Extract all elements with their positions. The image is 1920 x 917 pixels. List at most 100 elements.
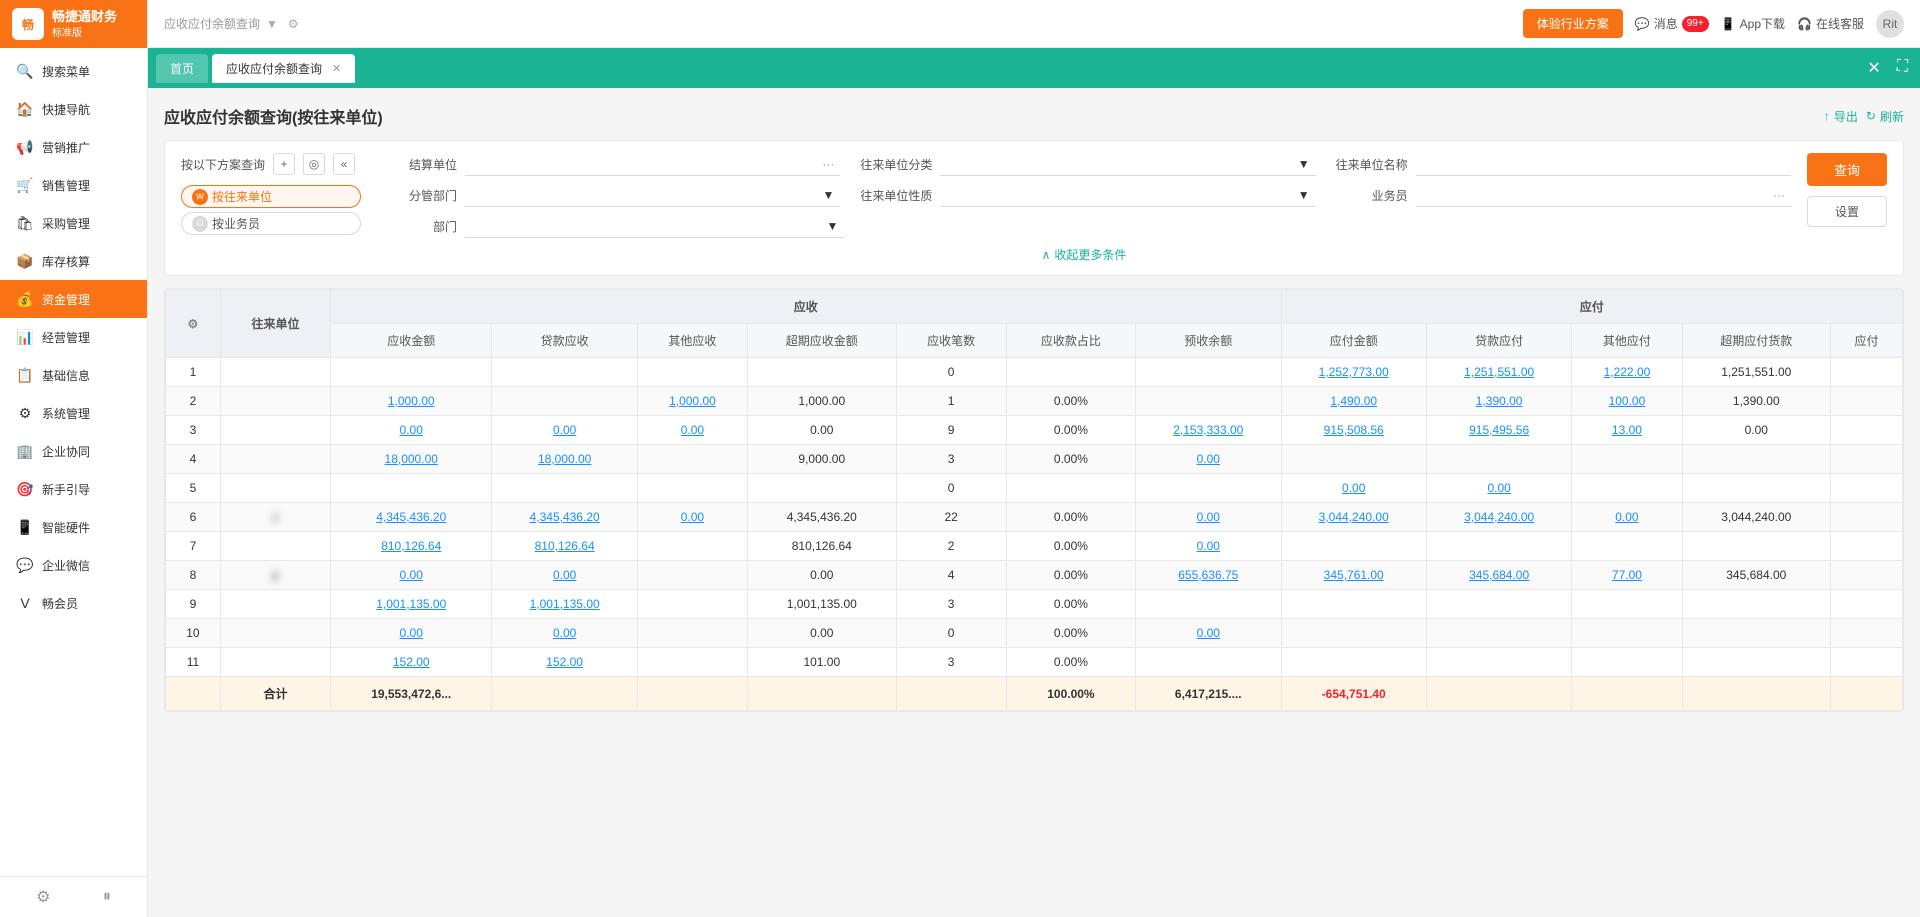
dropdown-icon[interactable]: ▼ <box>266 17 278 31</box>
table-cell[interactable]: 655,636.75 <box>1136 561 1281 590</box>
table-cell[interactable]: 3,044,240.00 <box>1281 503 1426 532</box>
table-cell[interactable]: 0.00 <box>492 416 637 445</box>
table-cell[interactable]: 0.00 <box>1136 532 1281 561</box>
settings-icon[interactable]: ⚙ <box>36 887 50 907</box>
table-cell[interactable]: 1,001,135.00 <box>331 590 492 619</box>
table-cell[interactable] <box>1426 619 1571 648</box>
th-settings[interactable]: ⚙ <box>166 290 221 358</box>
sidebar-item-guide[interactable]: 🎯 新手引导 <box>0 470 147 508</box>
table-cell[interactable]: 0.00 <box>492 561 637 590</box>
table-cell[interactable]: 1,490.00 <box>1281 387 1426 416</box>
sidebar-item-wechat[interactable]: 💬 企业微信 <box>0 546 147 584</box>
table-cell[interactable]: 0.00 <box>1136 619 1281 648</box>
table-cell[interactable]: 100.00 <box>1572 387 1682 416</box>
table-cell[interactable] <box>637 532 747 561</box>
sidebar-item-system[interactable]: ⚙ 系统管理 <box>0 394 147 432</box>
table-cell[interactable]: 18,000.00 <box>492 445 637 474</box>
online-service-btn[interactable]: 🎧 在线客服 <box>1797 15 1864 32</box>
table-cell[interactable]: 4,345,436.20 <box>331 503 492 532</box>
table-cell[interactable]: 0.00 <box>1572 503 1682 532</box>
salesperson-input[interactable]: ··· <box>1416 184 1791 207</box>
table-cell[interactable] <box>492 387 637 416</box>
table-cell[interactable]: 2,153,333.00 <box>1136 416 1281 445</box>
sidebar-item-inventory[interactable]: 📦 库存核算 <box>0 242 147 280</box>
table-cell[interactable]: 13.00 <box>1572 416 1682 445</box>
salesperson-dots[interactable]: ··· <box>1773 188 1785 202</box>
table-cell[interactable]: 0.00 <box>637 503 747 532</box>
table-cell[interactable]: 18,000.00 <box>331 445 492 474</box>
sidebar-item-enterprise[interactable]: 🏢 企业协同 <box>0 432 147 470</box>
table-cell[interactable]: 345,761.00 <box>1281 561 1426 590</box>
expand-tab-btn[interactable]: ⛶ <box>1893 54 1912 82</box>
table-settings-icon[interactable]: ⚙ <box>188 317 199 331</box>
sidebar-item-basic[interactable]: 📋 基础信息 <box>0 356 147 394</box>
table-cell[interactable] <box>1426 648 1571 677</box>
messages-btn[interactable]: 💬 消息 99+ <box>1635 15 1709 32</box>
filter-collapse-btn[interactable]: « <box>333 153 355 175</box>
sidebar-item-sales[interactable]: 🛒 销售管理 <box>0 166 147 204</box>
query-button[interactable]: 查询 <box>1807 153 1887 186</box>
sidebar-item-search[interactable]: 🔍 搜索菜单 <box>0 52 147 90</box>
table-cell[interactable]: 0.00 <box>1281 474 1426 503</box>
table-cell[interactable] <box>492 358 637 387</box>
table-cell[interactable] <box>1426 445 1571 474</box>
filter-by-partner[interactable]: w 按往来单位 <box>181 185 361 208</box>
table-cell[interactable]: 1,222.00 <box>1572 358 1682 387</box>
table-cell[interactable] <box>1572 445 1682 474</box>
sidebar-item-hardware[interactable]: 📱 智能硬件 <box>0 508 147 546</box>
table-cell[interactable]: 3,044,240.00 <box>1426 503 1571 532</box>
table-cell[interactable]: 0.00 <box>331 561 492 590</box>
table-cell[interactable]: 1,000.00 <box>331 387 492 416</box>
filter-settings-btn[interactable]: ◎ <box>303 153 325 175</box>
table-cell[interactable]: 0.00 <box>1136 445 1281 474</box>
table-cell[interactable] <box>1572 590 1682 619</box>
tab-home[interactable]: 首页 <box>156 54 208 83</box>
filter-by-salesperson[interactable]: ⊙ 按业务员 <box>181 212 361 235</box>
table-cell[interactable] <box>1281 532 1426 561</box>
table-cell[interactable]: 915,495.56 <box>1426 416 1571 445</box>
sidebar-item-quicknav[interactable]: 🏠 快捷导航 <box>0 90 147 128</box>
table-cell[interactable]: 1,251,551.00 <box>1426 358 1571 387</box>
table-cell[interactable] <box>1136 590 1281 619</box>
table-cell[interactable] <box>1572 619 1682 648</box>
table-cell[interactable] <box>637 474 747 503</box>
table-cell[interactable] <box>637 358 747 387</box>
partner-name-input[interactable] <box>1416 153 1791 176</box>
table-cell[interactable]: 0.00 <box>1426 474 1571 503</box>
table-cell[interactable]: 152.00 <box>492 648 637 677</box>
table-cell[interactable] <box>1136 358 1281 387</box>
table-cell[interactable]: 810,126.64 <box>331 532 492 561</box>
sidebar-item-vip[interactable]: V 畅会员 <box>0 584 147 622</box>
table-cell[interactable]: 77.00 <box>1572 561 1682 590</box>
table-cell[interactable] <box>637 561 747 590</box>
sidebar-item-marketing[interactable]: 📢 营销推广 <box>0 128 147 166</box>
table-cell[interactable]: 1,001,135.00 <box>492 590 637 619</box>
tab-close-icon[interactable]: ✕ <box>332 62 341 75</box>
table-cell[interactable] <box>637 619 747 648</box>
table-cell[interactable]: 1,000.00 <box>637 387 747 416</box>
settlement-dots[interactable]: ··· <box>822 157 834 171</box>
add-filter-btn[interactable]: + <box>273 153 295 175</box>
table-cell[interactable] <box>1426 532 1571 561</box>
table-cell[interactable]: 0.00 <box>331 416 492 445</box>
table-cell[interactable]: 1,390.00 <box>1426 387 1571 416</box>
settings-button[interactable]: 设置 <box>1807 196 1887 227</box>
table-cell[interactable]: 0.00 <box>331 619 492 648</box>
table-cell[interactable]: 0.00 <box>492 619 637 648</box>
app-download-btn[interactable]: 📱 App下载 <box>1721 15 1785 32</box>
table-cell[interactable] <box>637 590 747 619</box>
table-cell[interactable] <box>1426 590 1571 619</box>
collapse-bar[interactable]: ∧ 收起更多条件 <box>377 246 1791 263</box>
partner-nature-select[interactable]: ▼ <box>940 184 1315 207</box>
table-cell[interactable]: 1,252,773.00 <box>1281 358 1426 387</box>
table-cell[interactable] <box>1281 648 1426 677</box>
partner-category-select[interactable]: ▼ <box>940 153 1315 176</box>
table-cell[interactable]: 345,684.00 <box>1426 561 1571 590</box>
table-cell[interactable] <box>1572 532 1682 561</box>
table-cell[interactable]: 810,126.64 <box>492 532 637 561</box>
branch-dept-select[interactable]: ▼ <box>465 184 840 207</box>
table-cell[interactable] <box>1136 648 1281 677</box>
refresh-btn[interactable]: ↻ 刷新 <box>1866 108 1904 125</box>
tab-arbalance[interactable]: 应收应付余额查询 ✕ <box>212 54 355 83</box>
user-avatar[interactable]: Rit <box>1876 10 1904 38</box>
